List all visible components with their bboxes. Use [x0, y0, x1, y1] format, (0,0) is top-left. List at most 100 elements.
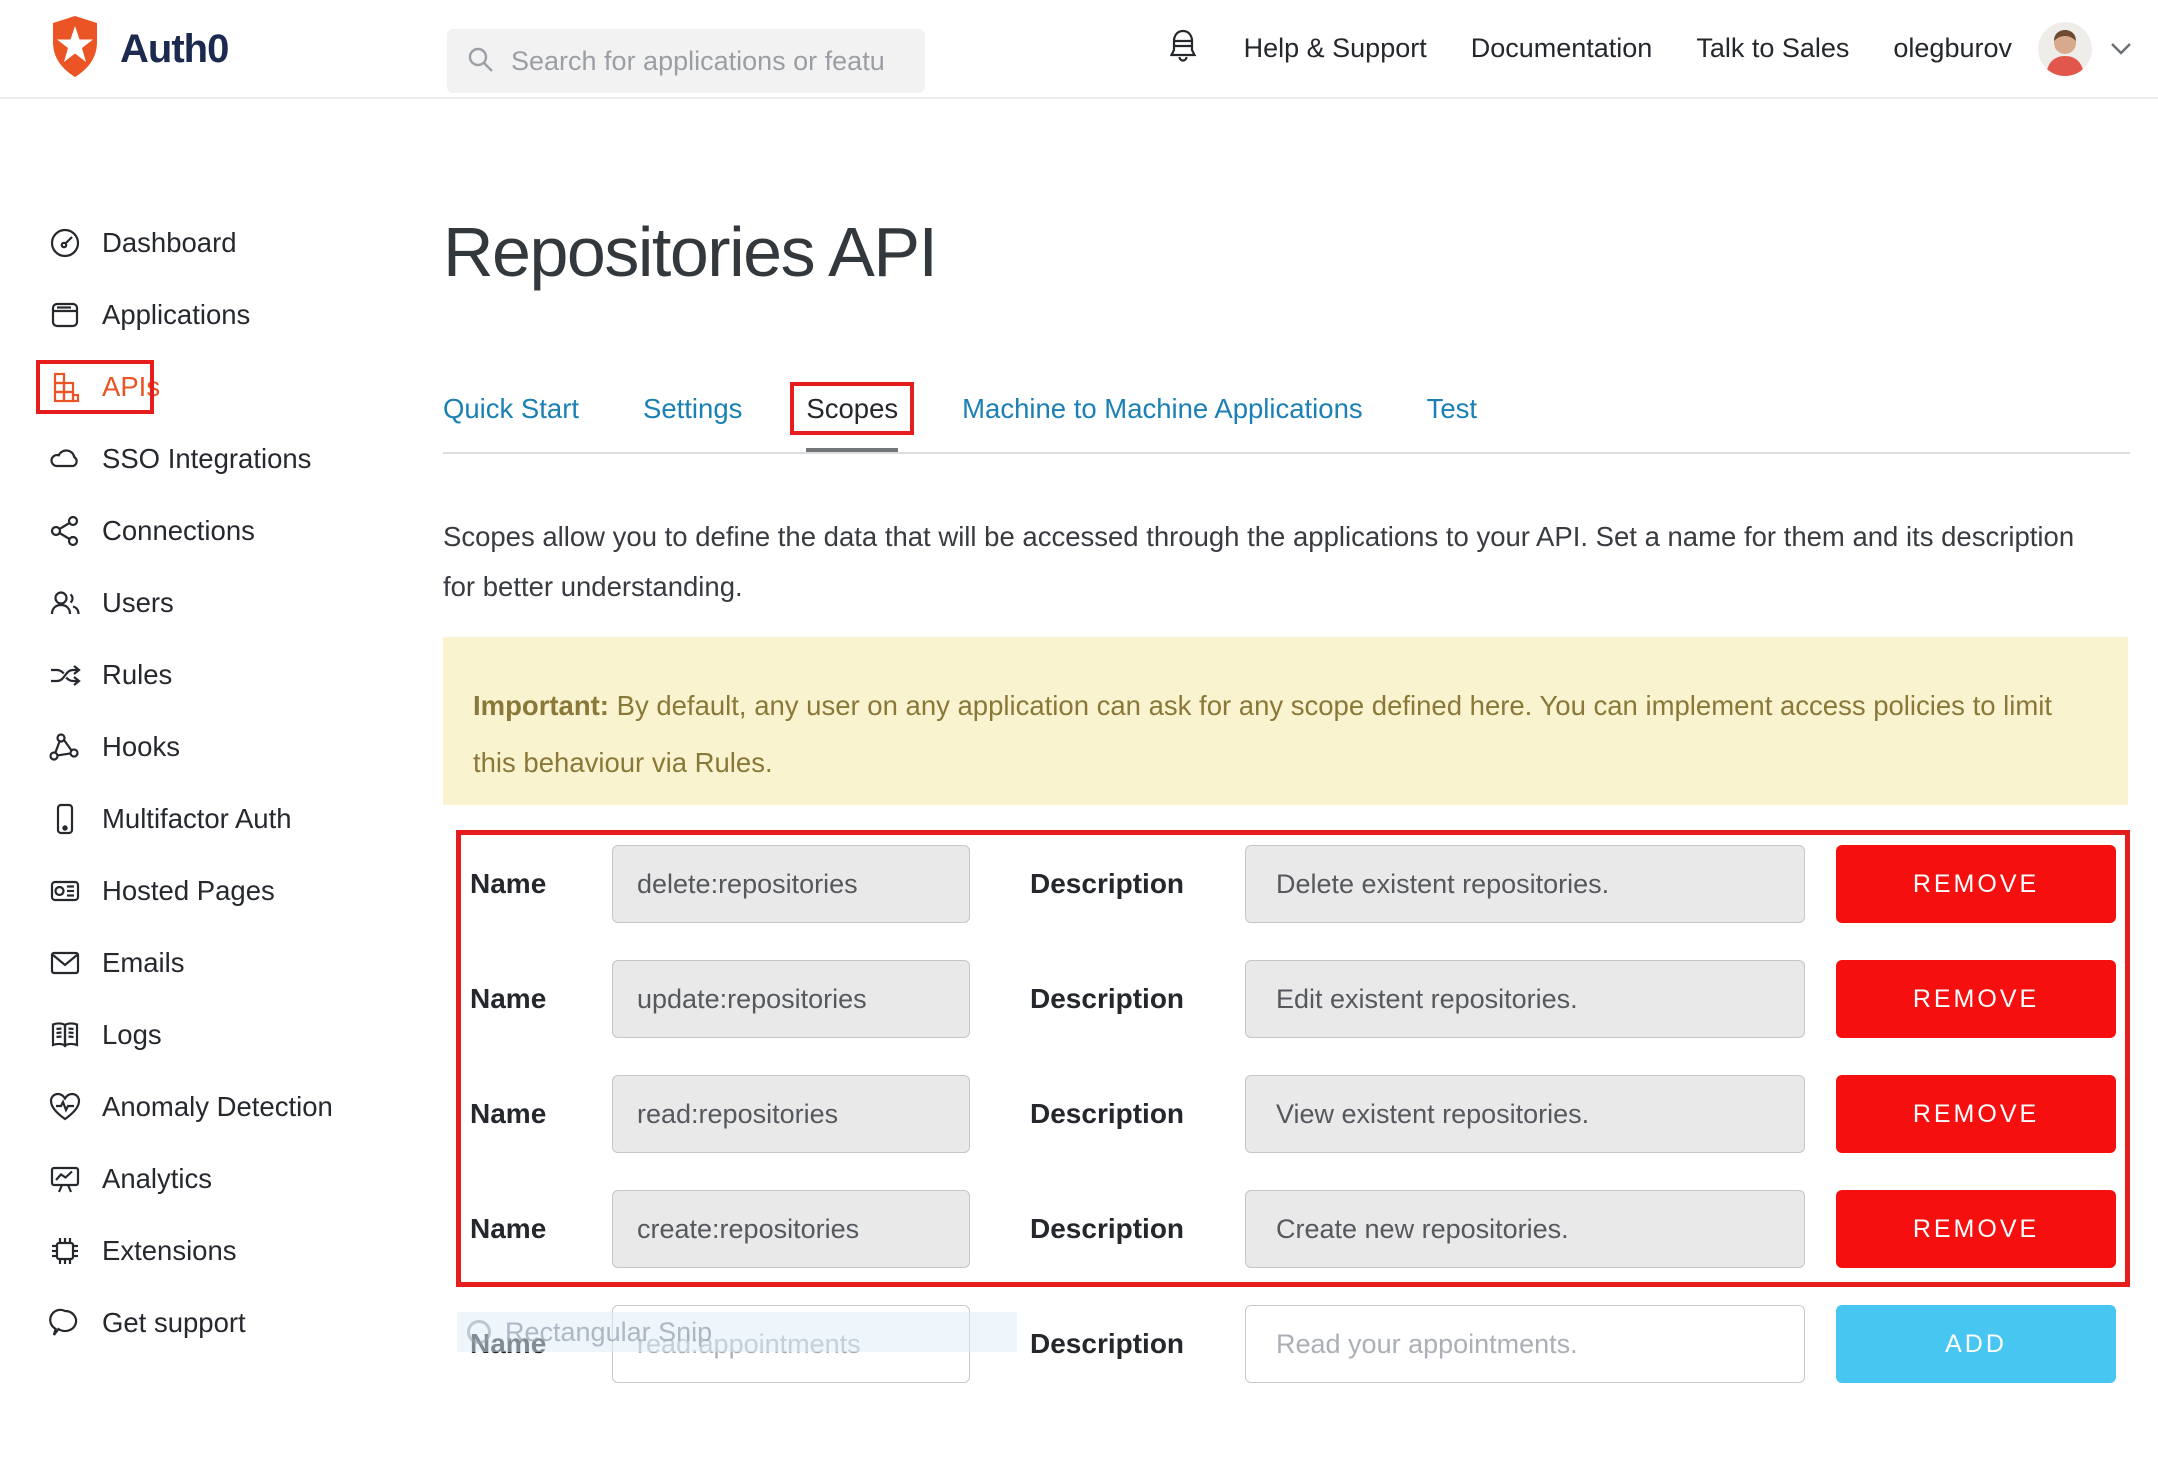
remove-scope-button[interactable]: REMOVE	[1836, 845, 2116, 923]
sidebar-item-analytics[interactable]: Analytics	[0, 1143, 430, 1215]
sidebar-label: Emails	[102, 947, 185, 979]
sidebar-item-logs[interactable]: Logs	[0, 999, 430, 1071]
username-label[interactable]: olegburov	[1893, 33, 2012, 64]
description-label: Description	[1030, 1098, 1245, 1130]
remove-scope-button[interactable]: REMOVE	[1836, 1190, 2116, 1268]
envelope-icon	[47, 945, 83, 981]
sidebar-item-connections[interactable]: Connections	[0, 495, 430, 567]
search-input[interactable]	[509, 45, 907, 78]
important-notice: Important: By default, any user on any a…	[443, 637, 2128, 805]
sidebar-label: SSO Integrations	[102, 443, 311, 475]
intro-line-1: Scopes allow you to define the data that…	[443, 512, 2135, 562]
name-label: Name	[470, 868, 612, 900]
new-scope-row: Name Description ADD	[470, 1305, 2116, 1383]
sidebar-item-sso-integrations[interactable]: SSO Integrations	[0, 423, 430, 495]
header-actions: Help & Support Documentation Talk to Sal…	[1166, 0, 2132, 97]
page-title: Repositories API	[443, 212, 936, 292]
name-label: Name	[470, 1098, 612, 1130]
scope-name-field	[612, 960, 970, 1038]
sidebar-label: Multifactor Auth	[102, 803, 292, 835]
new-scope-name-input[interactable]	[612, 1305, 970, 1383]
description-label: Description	[1030, 1328, 1245, 1360]
sidebar-label: Users	[102, 587, 174, 619]
notice-important-label: Important:	[473, 690, 609, 721]
user-menu-chevron-down-icon[interactable]	[2110, 42, 2132, 56]
sidebar-item-dashboard[interactable]: Dashboard	[0, 207, 430, 279]
chat-bubble-icon	[47, 1305, 83, 1341]
sidebar-label: Anomaly Detection	[102, 1091, 333, 1123]
sidebar-label: Analytics	[102, 1163, 212, 1195]
help-support-link[interactable]: Help & Support	[1244, 33, 1427, 64]
scope-name-field	[612, 845, 970, 923]
description-label: Description	[1030, 983, 1245, 1015]
book-icon	[47, 1017, 83, 1053]
sidebar-nav: Dashboard Applications APIs SSO Integrat…	[0, 97, 430, 1359]
description-label: Description	[1030, 1213, 1245, 1245]
sidebar-item-extensions[interactable]: Extensions	[0, 1215, 430, 1287]
scope-row: Name Description REMOVE	[470, 1190, 2116, 1268]
top-header: Auth0 Help & Support Documentation	[0, 0, 2158, 99]
heart-pulse-icon	[47, 1089, 83, 1125]
cloud-icon	[47, 441, 83, 477]
tab-machine-to-machine[interactable]: Machine to Machine Applications	[962, 393, 1363, 452]
avatar[interactable]	[2038, 22, 2092, 76]
sidebar-item-hosted-pages[interactable]: Hosted Pages	[0, 855, 430, 927]
scope-name-field	[612, 1075, 970, 1153]
scope-description-field	[1245, 960, 1805, 1038]
search-box	[447, 29, 925, 93]
sidebar-label: Dashboard	[102, 227, 237, 259]
tab-quick-start[interactable]: Quick Start	[443, 393, 579, 452]
tab-scopes[interactable]: Scopes	[806, 393, 898, 452]
sidebar-label: Applications	[102, 299, 250, 331]
share-nodes-icon	[47, 513, 83, 549]
sidebar-item-applications[interactable]: Applications	[0, 279, 430, 351]
name-label: Name	[470, 1213, 612, 1245]
tab-test[interactable]: Test	[1427, 393, 1477, 452]
sidebar-item-users[interactable]: Users	[0, 567, 430, 639]
sidebar-label: APIs	[102, 371, 160, 403]
scope-description-field	[1245, 845, 1805, 923]
scope-description-field	[1245, 1190, 1805, 1268]
new-scope-description-input[interactable]	[1245, 1305, 1805, 1383]
applications-icon	[47, 297, 83, 333]
notifications-bell-icon[interactable]	[1166, 26, 1200, 71]
name-label: Name	[470, 1328, 612, 1360]
sidebar-item-hooks[interactable]: Hooks	[0, 711, 430, 783]
sidebar-label: Extensions	[102, 1235, 237, 1267]
remove-scope-button[interactable]: REMOVE	[1836, 1075, 2116, 1153]
chart-board-icon	[47, 1161, 83, 1197]
tab-scopes-label: Scopes	[806, 393, 898, 424]
hooks-nodes-icon	[47, 729, 83, 765]
shuffle-icon	[47, 657, 83, 693]
sidebar-item-rules[interactable]: Rules	[0, 639, 430, 711]
tabs-bar: Quick Start Settings Scopes Machine to M…	[443, 393, 2130, 454]
users-icon	[47, 585, 83, 621]
notice-line-1: Important: By default, any user on any a…	[473, 677, 2098, 734]
gauge-icon	[47, 225, 83, 261]
documentation-link[interactable]: Documentation	[1471, 33, 1653, 64]
intro-line-2: for better understanding.	[443, 562, 2135, 612]
sidebar-label: Get support	[102, 1307, 246, 1339]
sidebar-label: Logs	[102, 1019, 162, 1051]
mobile-phone-icon	[47, 801, 83, 837]
scope-row: Name Description REMOVE	[470, 845, 2116, 923]
logo-wordmark: Auth0	[120, 27, 228, 72]
sidebar-item-anomaly-detection[interactable]: Anomaly Detection	[0, 1071, 430, 1143]
auth0-dashboard: Auth0 Help & Support Documentation	[0, 0, 2158, 1460]
sidebar-item-get-support[interactable]: Get support	[0, 1287, 430, 1359]
notice-line-2: this behaviour via Rules.	[473, 734, 2098, 791]
remove-scope-button[interactable]: REMOVE	[1836, 960, 2116, 1038]
auth0-logo[interactable]: Auth0	[46, 14, 228, 85]
sidebar-label: Rules	[102, 659, 172, 691]
scope-name-field	[612, 1190, 970, 1268]
sidebar-item-multifactor-auth[interactable]: Multifactor Auth	[0, 783, 430, 855]
add-scope-button[interactable]: ADD	[1836, 1305, 2116, 1383]
scope-row: Name Description REMOVE	[470, 1075, 2116, 1153]
sidebar-item-apis[interactable]: APIs	[0, 351, 430, 423]
talk-to-sales-link[interactable]: Talk to Sales	[1696, 33, 1849, 64]
sidebar-item-emails[interactable]: Emails	[0, 927, 430, 999]
description-label: Description	[1030, 868, 1245, 900]
auth0-shield-icon	[46, 14, 104, 85]
tab-settings[interactable]: Settings	[643, 393, 742, 452]
name-label: Name	[470, 983, 612, 1015]
